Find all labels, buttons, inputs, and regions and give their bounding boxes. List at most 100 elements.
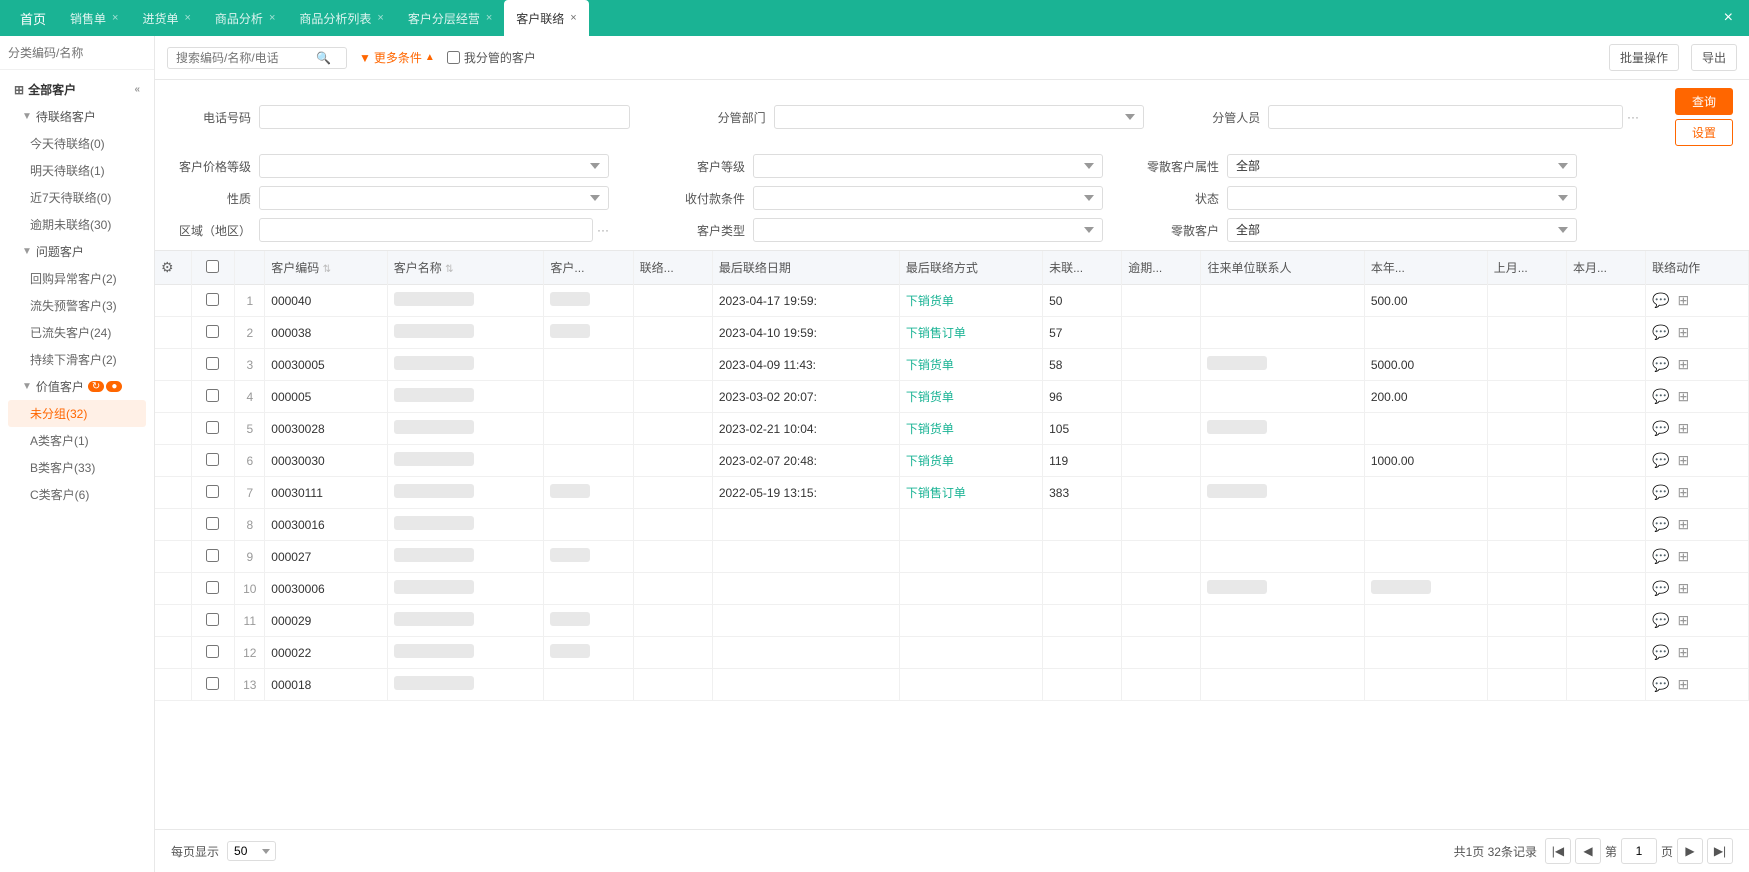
customer-name[interactable]: [387, 669, 544, 701]
close-icon-product-analysis-list[interactable]: ×: [377, 12, 383, 24]
chat-icon[interactable]: 💬: [1652, 516, 1669, 533]
grid-action-icon[interactable]: ⊞: [1678, 292, 1690, 309]
close-icon-product-analysis[interactable]: ×: [269, 12, 275, 24]
window-close-button[interactable]: ×: [1716, 9, 1741, 27]
next-page-button[interactable]: ▶: [1677, 838, 1703, 864]
customer-name[interactable]: [387, 413, 544, 445]
grid-action-icon[interactable]: ⊞: [1678, 484, 1690, 501]
grid-action-icon[interactable]: ⊞: [1678, 356, 1690, 373]
last-contact-way[interactable]: 下销货单: [899, 413, 1042, 445]
row-checkbox[interactable]: [206, 677, 219, 690]
row-checkbox[interactable]: [206, 549, 219, 562]
retail-attr-select[interactable]: 全部: [1227, 154, 1577, 178]
sidebar-item-unclassified[interactable]: 未分组(32): [8, 400, 146, 427]
customer-name[interactable]: [387, 445, 544, 477]
checkbox-cell[interactable]: [191, 285, 235, 317]
action-cell[interactable]: 💬 ⊞: [1646, 381, 1749, 413]
action-cell[interactable]: 💬 ⊞: [1646, 317, 1749, 349]
sidebar-item-a-class[interactable]: A类客户(1): [8, 427, 146, 454]
filter-search-box[interactable]: 🔍: [167, 47, 347, 69]
action-cell[interactable]: 💬 ⊞: [1646, 605, 1749, 637]
sidebar-item-c-class[interactable]: C类客户(6): [8, 481, 146, 508]
customer-name[interactable]: [387, 349, 544, 381]
last-contact-way-link[interactable]: 下销货单: [906, 358, 954, 372]
phone-input[interactable]: [259, 105, 630, 129]
action-cell[interactable]: 💬 ⊞: [1646, 285, 1749, 317]
sidebar-problem-group[interactable]: ▼ 问题客户: [8, 238, 146, 265]
row-checkbox[interactable]: [206, 453, 219, 466]
page-size-select[interactable]: 50 100 200: [227, 841, 276, 861]
grid-action-icon[interactable]: ⊞: [1678, 644, 1690, 661]
customer-name[interactable]: [387, 477, 544, 509]
customer-type-select[interactable]: [753, 218, 1103, 242]
nav-tab-purchase[interactable]: 进货单 ×: [130, 0, 202, 36]
row-checkbox[interactable]: [206, 293, 219, 306]
close-icon-purchase[interactable]: ×: [184, 12, 190, 24]
chat-icon[interactable]: 💬: [1652, 356, 1669, 373]
checkbox-cell[interactable]: [191, 445, 235, 477]
payment-select[interactable]: [753, 186, 1103, 210]
chat-icon[interactable]: 💬: [1652, 420, 1669, 437]
last-contact-way-link[interactable]: 下销货单: [906, 294, 954, 308]
last-contact-way[interactable]: 下销货单: [899, 445, 1042, 477]
last-page-button[interactable]: ▶|: [1707, 838, 1733, 864]
chat-icon[interactable]: 💬: [1652, 612, 1669, 629]
checkbox-cell[interactable]: [191, 509, 235, 541]
chat-icon[interactable]: 💬: [1652, 324, 1669, 341]
action-cell[interactable]: 💬 ⊞: [1646, 541, 1749, 573]
action-cell[interactable]: 💬 ⊞: [1646, 637, 1749, 669]
region-input[interactable]: [259, 218, 593, 242]
sidebar-item-tomorrow-pending[interactable]: 明天待联络(1): [8, 157, 146, 184]
row-checkbox[interactable]: [206, 357, 219, 370]
checkbox-cell[interactable]: [191, 317, 235, 349]
grid-action-icon[interactable]: ⊞: [1678, 388, 1690, 405]
checkbox-cell[interactable]: [191, 413, 235, 445]
grid-action-icon[interactable]: ⊞: [1678, 324, 1690, 341]
customer-name[interactable]: [387, 285, 544, 317]
chat-icon[interactable]: 💬: [1652, 644, 1669, 661]
query-button[interactable]: 查询: [1675, 88, 1733, 115]
chat-icon[interactable]: 💬: [1652, 484, 1669, 501]
checkbox-cell[interactable]: [191, 477, 235, 509]
last-contact-way[interactable]: [899, 541, 1042, 573]
row-checkbox[interactable]: [206, 389, 219, 402]
action-cell[interactable]: 💬 ⊞: [1646, 477, 1749, 509]
last-contact-way-link[interactable]: 下销货单: [906, 454, 954, 468]
sidebar-item-today-pending[interactable]: 今天待联络(0): [8, 130, 146, 157]
batch-op-button[interactable]: 批量操作: [1609, 44, 1679, 71]
grid-action-icon[interactable]: ⊞: [1678, 612, 1690, 629]
row-checkbox[interactable]: [206, 645, 219, 658]
action-cell[interactable]: 💬 ⊞: [1646, 445, 1749, 477]
sidebar-item-b-class[interactable]: B类客户(33): [8, 454, 146, 481]
last-contact-way-link[interactable]: 下销货单: [906, 390, 954, 404]
nav-tab-product-analysis[interactable]: 商品分析 ×: [203, 0, 287, 36]
settings-gear-button[interactable]: ⚙: [161, 259, 174, 276]
reset-button[interactable]: 设置: [1675, 119, 1733, 146]
sidebar-item-repurchase-abnormal[interactable]: 回购异常客户(2): [8, 265, 146, 292]
last-contact-way-link[interactable]: 下销货单: [906, 422, 954, 436]
grid-action-icon[interactable]: ⊞: [1678, 580, 1690, 597]
close-icon-customer-segment[interactable]: ×: [486, 12, 492, 24]
sidebar-pending-group[interactable]: ▼ 待联络客户: [8, 103, 146, 130]
filter-search-input[interactable]: [176, 51, 316, 65]
chat-icon[interactable]: 💬: [1652, 452, 1669, 469]
customer-name[interactable]: [387, 509, 544, 541]
chat-icon[interactable]: 💬: [1652, 292, 1669, 309]
row-checkbox[interactable]: [206, 421, 219, 434]
chat-icon[interactable]: 💬: [1652, 388, 1669, 405]
checkbox-cell[interactable]: [191, 669, 235, 701]
sidebar-item-declining[interactable]: 持续下滑客户(2): [8, 346, 146, 373]
sidebar-item-overdue[interactable]: 逾期未联络(30): [8, 211, 146, 238]
sidebar-item-churned[interactable]: 已流失客户(24): [8, 319, 146, 346]
customer-name[interactable]: [387, 541, 544, 573]
checkbox-cell[interactable]: [191, 605, 235, 637]
chat-icon[interactable]: 💬: [1652, 548, 1669, 565]
person-more-icon[interactable]: ···: [1627, 110, 1639, 124]
prev-page-button[interactable]: ◀: [1575, 838, 1601, 864]
nav-tab-home[interactable]: 首页: [8, 9, 58, 28]
sidebar-search-box[interactable]: 🔍: [0, 36, 154, 70]
last-contact-way[interactable]: 下销售订单: [899, 477, 1042, 509]
first-page-button[interactable]: |◀: [1545, 838, 1571, 864]
customer-grade-select[interactable]: [753, 154, 1103, 178]
sidebar-item-churn-warning[interactable]: 流失预警客户(3): [8, 292, 146, 319]
